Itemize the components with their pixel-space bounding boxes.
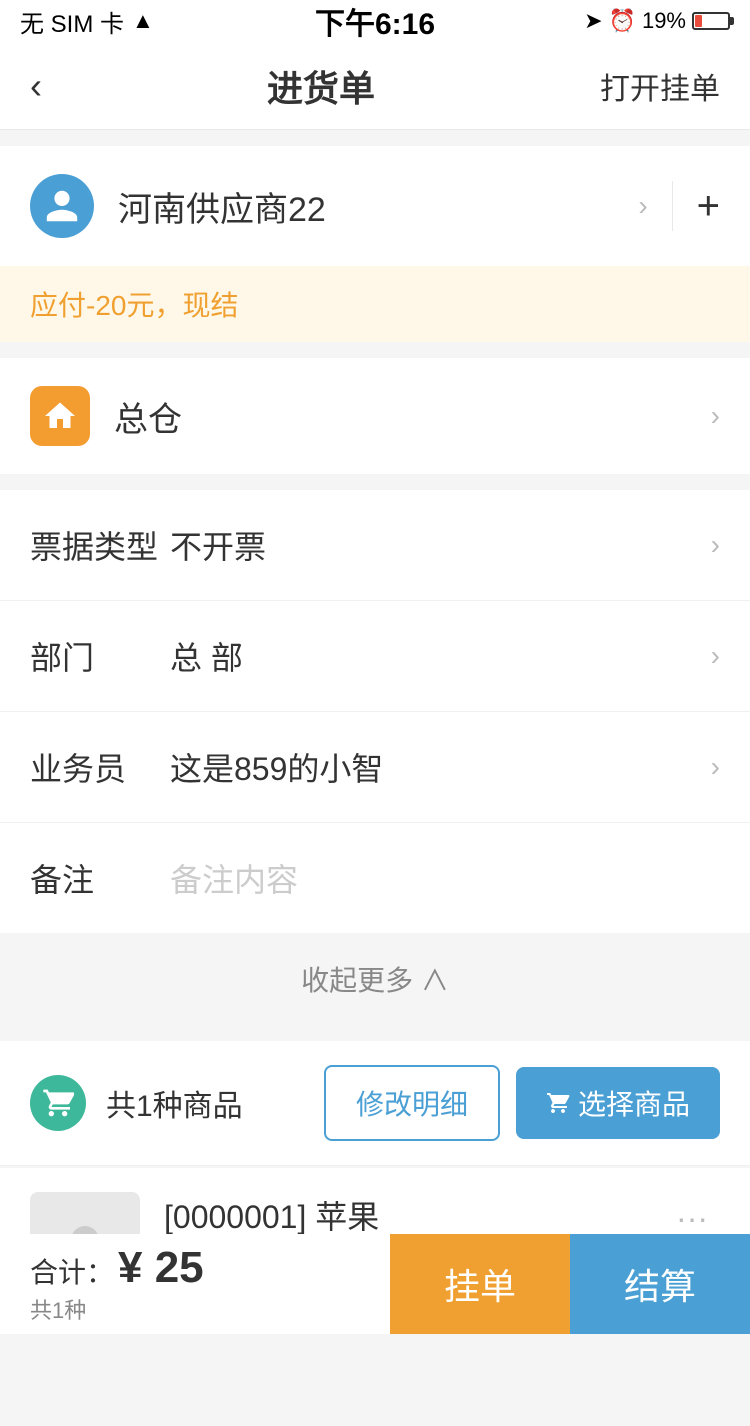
- footer-total: 合计： ¥ 25 共1种: [0, 1234, 390, 1334]
- invoice-type-row[interactable]: 票据类型 不开票 ›: [0, 490, 750, 601]
- dept-label: 部门: [30, 633, 170, 679]
- product-code: [0000001]: [164, 1199, 306, 1235]
- collapse-row[interactable]: 收起更多 ∧: [0, 933, 750, 1025]
- sales-label: 业务员: [30, 744, 170, 790]
- supplier-row[interactable]: 河南供应商22 › +: [0, 146, 750, 266]
- sales-chevron-icon: ›: [711, 751, 720, 783]
- sales-value: 这是859的小智: [170, 744, 711, 790]
- warehouse-row[interactable]: 总仓 ›: [0, 358, 750, 474]
- open-pending-button[interactable]: 打开挂单: [600, 64, 720, 108]
- status-carrier: 无 SIM 卡 ▲: [20, 4, 154, 39]
- cart-icon: [30, 1075, 86, 1131]
- battery-text: 19%: [642, 8, 686, 34]
- product-name-text: 苹果: [315, 1199, 379, 1235]
- divider: [672, 181, 673, 231]
- sales-row[interactable]: 业务员 这是859的小智 ›: [0, 712, 750, 823]
- battery-icon: [692, 12, 730, 30]
- supplier-chevron-icon: ›: [638, 190, 647, 222]
- add-supplier-button[interactable]: +: [697, 184, 720, 229]
- cart-svg: [42, 1087, 74, 1119]
- warehouse-name: 总仓: [114, 392, 711, 441]
- location-icon: ➤: [584, 8, 602, 34]
- total-count: 共1种: [30, 1293, 360, 1325]
- status-bar: 无 SIM 卡 ▲ 下午6:16 ➤ ⏰ 19%: [0, 0, 750, 42]
- total-amount: ¥ 25: [118, 1243, 204, 1293]
- total-label: 合计：: [30, 1251, 114, 1291]
- status-time: 下午6:16: [315, 0, 435, 43]
- carrier-text: 无 SIM 卡: [20, 4, 124, 39]
- footer: 合计： ¥ 25 共1种 挂单 结算: [0, 1234, 750, 1334]
- select-product-button[interactable]: 选择商品: [516, 1067, 720, 1139]
- invoice-chevron-icon: ›: [711, 529, 720, 561]
- select-product-label: 选择商品: [578, 1083, 690, 1123]
- warehouse-icon: [30, 386, 90, 446]
- nav-bar: ‹ 进货单 打开挂单: [0, 42, 750, 130]
- supplier-section: 河南供应商22 › + 应付-20元，现结: [0, 146, 750, 342]
- invoice-label: 票据类型: [30, 522, 170, 568]
- alarm-icon: ⏰: [609, 8, 636, 34]
- checkout-button[interactable]: 结算: [570, 1234, 750, 1334]
- dept-row[interactable]: 部门 总 部 ›: [0, 601, 750, 712]
- invoice-value: 不开票: [170, 522, 711, 568]
- product-count: 共1种商品: [106, 1081, 324, 1125]
- form-section: 票据类型 不开票 › 部门 总 部 › 业务员 这是859的小智 › 备注 备注…: [0, 490, 750, 933]
- note-label: 备注: [30, 855, 170, 901]
- back-button[interactable]: ‹: [30, 65, 42, 107]
- product-name: [0000001] 苹果: [164, 1192, 664, 1238]
- supplier-name: 河南供应商22: [118, 182, 638, 231]
- edit-detail-button[interactable]: 修改明细: [324, 1065, 500, 1141]
- page-title: 进货单: [267, 60, 375, 112]
- home-icon: [42, 398, 78, 434]
- select-product-icon: [546, 1091, 570, 1115]
- note-row[interactable]: 备注 备注内容: [0, 823, 750, 933]
- note-input[interactable]: 备注内容: [170, 855, 720, 901]
- person-icon: [43, 187, 81, 225]
- dept-value: 总 部: [170, 633, 711, 679]
- supplier-notice: 应付-20元，现结: [0, 266, 750, 342]
- warehouse-section: 总仓 ›: [0, 358, 750, 474]
- wifi-icon: ▲: [132, 8, 154, 34]
- product-header: 共1种商品 修改明细 选择商品: [0, 1041, 750, 1166]
- warehouse-chevron-icon: ›: [711, 400, 720, 432]
- hang-button[interactable]: 挂单: [390, 1234, 570, 1334]
- dept-chevron-icon: ›: [711, 640, 720, 672]
- supplier-avatar: [30, 174, 94, 238]
- status-right: ➤ ⏰ 19%: [584, 8, 730, 34]
